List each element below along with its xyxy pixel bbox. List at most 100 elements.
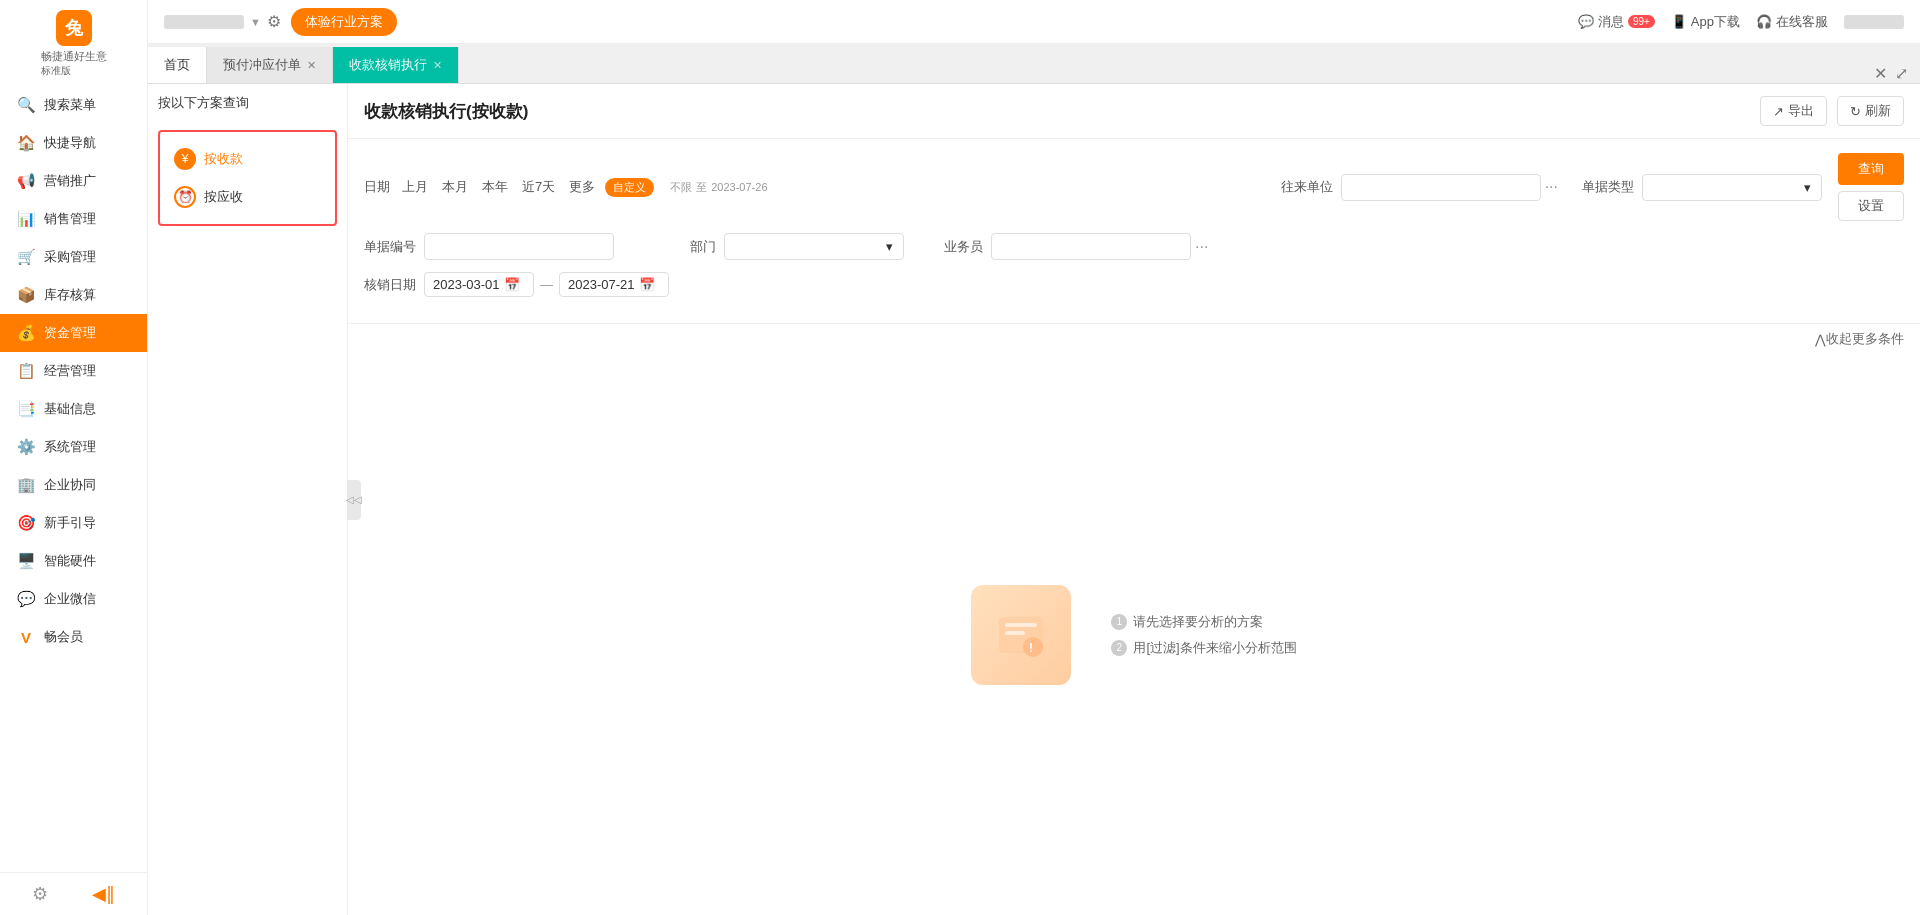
topbar-logo-area: ▼ ⚙	[164, 12, 281, 31]
tab-home[interactable]: 首页	[148, 47, 207, 83]
hardware-icon: 🖥️	[16, 552, 36, 570]
sidebar-item-basic-info[interactable]: 📑 基础信息	[0, 390, 147, 428]
maximize-tab-icon[interactable]: ⤢	[1895, 64, 1908, 83]
user-name-area[interactable]	[1844, 15, 1904, 29]
export-btn[interactable]: ↗ 导出	[1760, 96, 1827, 126]
svg-rect-2	[1005, 631, 1025, 635]
tab-actions: ✕ ⤢	[1874, 64, 1920, 83]
online-service-btn[interactable]: 🎧 在线客服	[1756, 13, 1828, 31]
salesman-dots-btn[interactable]: ···	[1195, 238, 1208, 256]
enterprise-icon: 🏢	[16, 476, 36, 494]
message-btn[interactable]: 💬 消息 99+	[1578, 13, 1655, 31]
phone-icon: 📱	[1671, 14, 1687, 29]
dept-select[interactable]: ▾	[724, 233, 904, 260]
verify-date-end-input[interactable]: 2023-07-21 📅	[559, 272, 669, 297]
verify-date-range: 2023-03-01 📅 — 2023-07-21 📅	[424, 272, 669, 297]
marketing-icon: 📢	[16, 172, 36, 190]
sidebar-item-hardware[interactable]: 🖥️ 智能硬件	[0, 542, 147, 580]
date-last-month[interactable]: 上月	[398, 176, 432, 198]
sidebar-bottom: ⚙ ◀‖	[0, 872, 147, 915]
voucher-no-field: 单据编号	[364, 233, 614, 260]
calendar-start-icon[interactable]: 📅	[504, 277, 520, 292]
settings-gear-icon[interactable]: ⚙	[267, 12, 281, 31]
date-7days[interactable]: 近7天	[518, 176, 559, 198]
verify-date-field: 核销日期 2023-03-01 📅 — 2023-07-21 📅	[364, 272, 669, 297]
tab-receipt-close[interactable]: ✕	[433, 59, 442, 72]
query-btn[interactable]: 查询	[1838, 153, 1904, 185]
sidebar-item-guide[interactable]: 🎯 新手引导	[0, 504, 147, 542]
close-tab-icon[interactable]: ✕	[1874, 64, 1887, 83]
filter-option-by-payable[interactable]: ⏰ 按应收	[168, 178, 327, 216]
logo-icon: 兔	[56, 10, 92, 46]
app-name: 畅捷通好生意 标准版	[41, 49, 107, 78]
payable-icon: ⏰	[174, 186, 196, 208]
app-download-btn[interactable]: 📱 App下载	[1671, 13, 1740, 31]
settings-icon[interactable]: ⚙	[32, 883, 48, 905]
filter-panel-title: 按以下方案查询	[158, 94, 337, 118]
voucher-type-label: 单据类型	[1582, 178, 1634, 196]
date-no-limit-area: 不限 至 2023-07-26	[670, 180, 767, 195]
sidebar-item-enterprise[interactable]: 🏢 企业协同	[0, 466, 147, 504]
sidebar-item-finance[interactable]: 💰 资金管理	[0, 314, 147, 352]
partner-dots-btn[interactable]: ···	[1545, 178, 1558, 196]
empty-step-1: 1 请先选择要分析的方案	[1111, 609, 1296, 635]
sidebar-item-member[interactable]: V 畅会员	[0, 618, 147, 656]
sidebar-item-sales[interactable]: 📊 销售管理	[0, 200, 147, 238]
collapse-more-icon: ⋀	[1815, 332, 1826, 347]
collapse-sidebar-btn[interactable]: ◀‖	[92, 883, 115, 905]
dropdown-arrow-icon[interactable]: ▼	[250, 16, 261, 28]
purchase-icon: 🛒	[16, 248, 36, 266]
collapse-panel-btn[interactable]: ◁◁	[347, 480, 361, 520]
sidebar: 兔 畅捷通好生意 标准版 🔍 搜索菜单 🏠 快捷导航 📢 营销推广 📊 销售管理…	[0, 0, 148, 915]
page-header-actions: ↗ 导出 ↻ 刷新	[1760, 96, 1904, 126]
sidebar-item-quick-nav[interactable]: 🏠 快捷导航	[0, 124, 147, 162]
collapse-more-btn[interactable]: ⋀ 收起更多条件	[348, 323, 1920, 354]
date-this-year[interactable]: 本年	[478, 176, 512, 198]
date-more[interactable]: 更多	[565, 176, 599, 198]
settings-btn[interactable]: 设置	[1838, 191, 1904, 221]
voucher-type-select[interactable]: ▾	[1642, 174, 1822, 201]
salesman-label: 业务员	[944, 238, 983, 256]
form-row-3: 核销日期 2023-03-01 📅 — 2023-07-21 📅	[364, 272, 1904, 297]
main-area: ▼ ⚙ 体验行业方案 💬 消息 99+ 📱 App下载 🎧 在线客服	[148, 0, 1920, 915]
calendar-end-icon[interactable]: 📅	[639, 277, 655, 292]
sidebar-item-operation[interactable]: 📋 经营管理	[0, 352, 147, 390]
date-custom-tag[interactable]: 自定义	[605, 178, 654, 197]
tab-prepay-close[interactable]: ✕	[307, 59, 316, 72]
form-row-2: 单据编号 部门 ▾ 业务员 ···	[364, 233, 1904, 260]
tab-prepay[interactable]: 预付冲应付单 ✕	[207, 47, 333, 83]
voucher-no-label: 单据编号	[364, 238, 416, 256]
sidebar-item-inventory[interactable]: 📦 库存核算	[0, 276, 147, 314]
query-btn-area: 查询 设置	[1838, 153, 1904, 221]
system-icon: ⚙️	[16, 438, 36, 456]
solution-btn[interactable]: 体验行业方案	[291, 8, 397, 36]
sidebar-item-marketing[interactable]: 📢 营销推广	[0, 162, 147, 200]
partner-input[interactable]	[1341, 174, 1541, 201]
date-field: 日期 上月 本月 本年 近7天 更多 自定义	[364, 176, 654, 198]
member-icon: V	[16, 629, 36, 646]
tab-receipt[interactable]: 收款核销执行 ✕	[333, 47, 459, 83]
verify-date-label: 核销日期	[364, 276, 416, 294]
svg-text:!: !	[1029, 641, 1033, 655]
topbar-right: 💬 消息 99+ 📱 App下载 🎧 在线客服	[1578, 13, 1904, 31]
empty-text: 1 请先选择要分析的方案 2 用[过滤]条件来缩小分析范围	[1111, 609, 1296, 661]
message-badge: 99+	[1628, 15, 1655, 28]
voucher-no-input[interactable]	[424, 233, 614, 260]
sidebar-item-wechat[interactable]: 💬 企业微信	[0, 580, 147, 618]
salesman-input[interactable]	[991, 233, 1191, 260]
page-title: 收款核销执行(按收款)	[364, 100, 528, 123]
refresh-icon: ↻	[1850, 104, 1861, 119]
sidebar-item-search-menu[interactable]: 🔍 搜索菜单	[0, 86, 147, 124]
svg-rect-1	[1005, 623, 1037, 627]
date-filter: 上月 本月 本年 近7天 更多 自定义	[398, 176, 654, 198]
date-this-month[interactable]: 本月	[438, 176, 472, 198]
partner-field: 往来单位 ···	[1281, 174, 1558, 201]
sidebar-item-purchase[interactable]: 🛒 采购管理	[0, 238, 147, 276]
verify-date-start-input[interactable]: 2023-03-01 📅	[424, 272, 534, 297]
sidebar-item-system[interactable]: ⚙️ 系统管理	[0, 428, 147, 466]
user-name-blurred	[1844, 15, 1904, 29]
refresh-btn[interactable]: ↻ 刷新	[1837, 96, 1904, 126]
filter-option-by-receipt[interactable]: ¥ 按收款	[168, 140, 327, 178]
right-fields-row1: 往来单位 ··· 单据类型 ▾	[1281, 174, 1822, 201]
empty-illustration: !	[971, 585, 1071, 685]
